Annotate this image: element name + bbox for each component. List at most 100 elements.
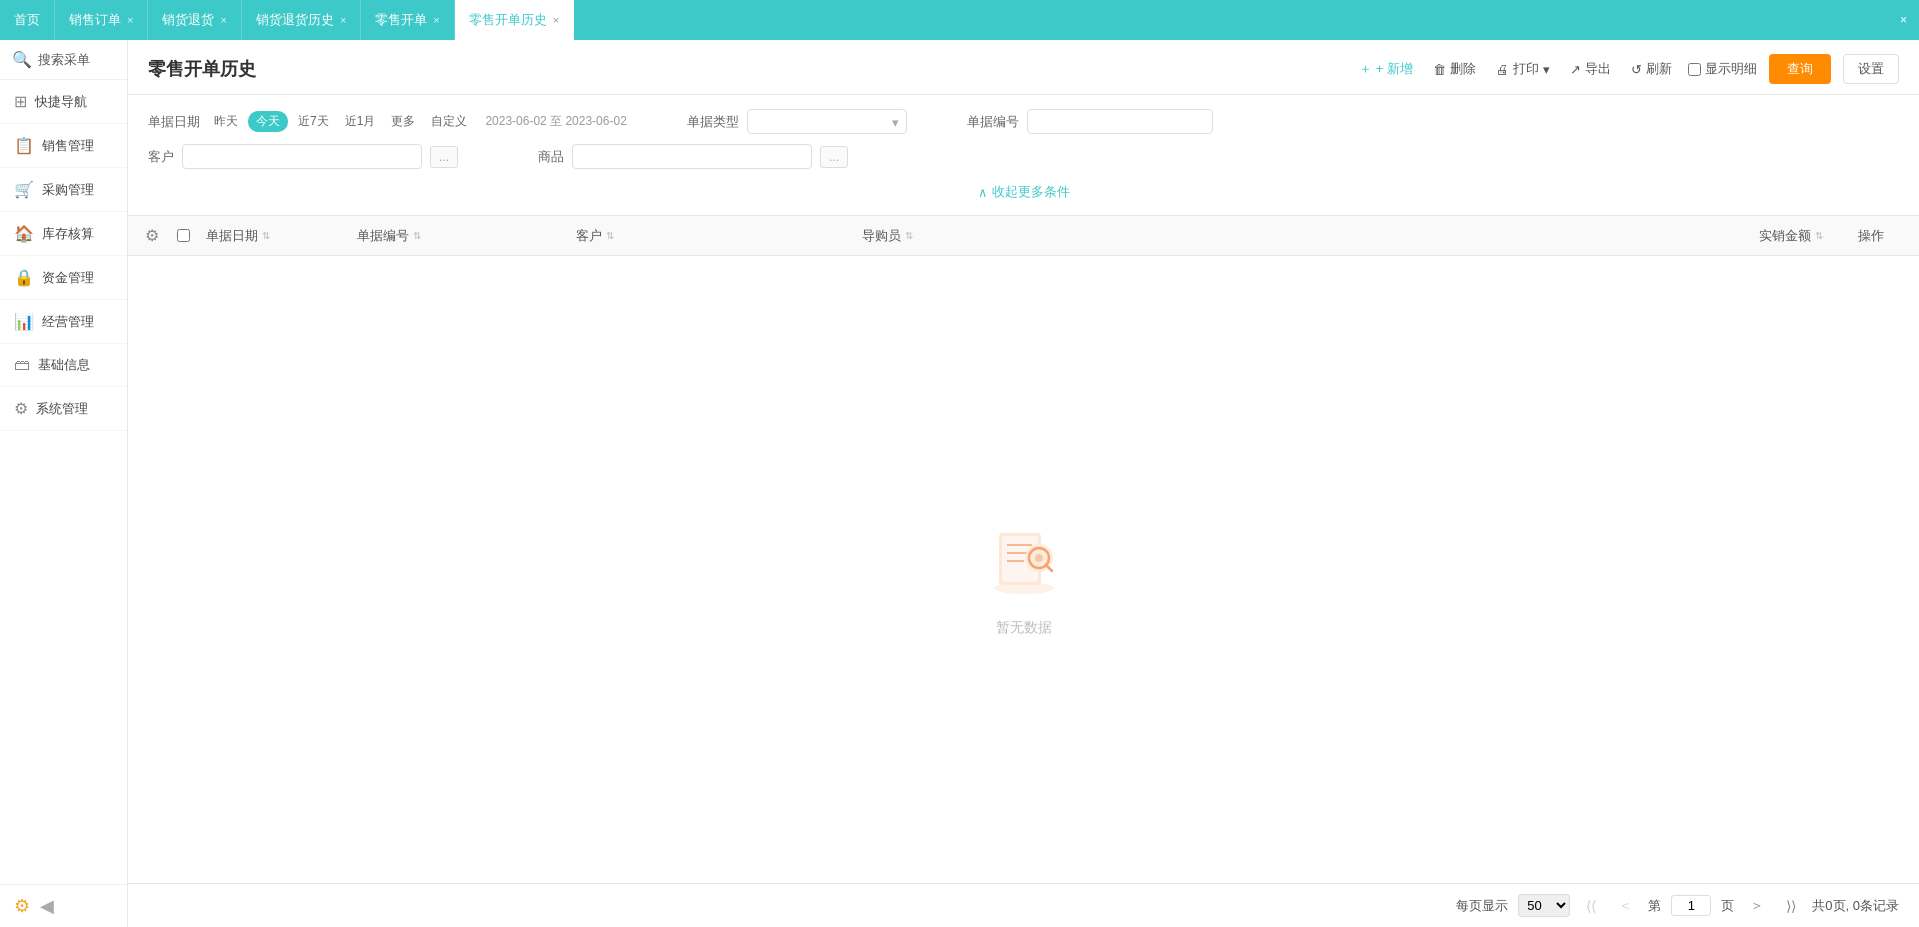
order-no-input[interactable]: [1027, 109, 1213, 134]
nav-tab-close-sales-order[interactable]: ×: [127, 14, 133, 26]
nav-tab-sales-return-history[interactable]: 销货退货历史 ×: [242, 0, 361, 40]
print-icon: 🖨: [1496, 62, 1509, 77]
settings-btn[interactable]: 设置: [1843, 54, 1899, 84]
sidebar-icon-inventory: 🏠: [14, 224, 34, 243]
sidebar-icon-operation: 📊: [14, 312, 34, 331]
nav-tab-home[interactable]: 首页: [0, 0, 55, 40]
nav-tab-sales-return[interactable]: 销货退货×: [148, 0, 241, 40]
date-filter: 单据日期 昨天 今天 近7天 近1月 更多 自定义 2023-06-02 至 2…: [148, 111, 627, 132]
nav-tab-label-sales-order: 销售订单: [69, 11, 121, 29]
date-label: 单据日期: [148, 113, 200, 131]
th-order-no[interactable]: 单据编号 ⇅: [349, 227, 568, 245]
sidebar-item-finance[interactable]: 🔒资金管理: [0, 256, 127, 300]
print-btn[interactable]: 🖨 打印 ▾: [1492, 58, 1554, 80]
prev-page-btn[interactable]: ＜: [1612, 895, 1638, 917]
select-all-checkbox[interactable]: [177, 229, 190, 242]
sidebar-collapse-icon[interactable]: ◀: [40, 895, 54, 917]
th-guide[interactable]: 导购员 ⇅: [854, 227, 1005, 245]
sidebar-settings-icon[interactable]: ⚙: [14, 895, 30, 917]
content-area: 零售开单历史 ＋ + 新增 🗑 删除 🖨 打印 ▾ ↗ 导出: [128, 40, 1919, 927]
th-customer[interactable]: 客户 ⇅: [568, 227, 854, 245]
nav-tab-close-retail-open[interactable]: ×: [433, 14, 439, 26]
last-page-btn[interactable]: ⟩⟩: [1780, 896, 1802, 916]
th-date[interactable]: 单据日期 ⇅: [198, 227, 349, 245]
product-input[interactable]: [572, 144, 812, 169]
delete-btn[interactable]: 🗑 删除: [1429, 58, 1480, 80]
sidebar-label-quick-nav: 快捷导航: [35, 93, 87, 111]
filter-row-1: 单据日期 昨天 今天 近7天 近1月 更多 自定义 2023-06-02 至 2…: [148, 109, 1899, 134]
date-btn-7days[interactable]: 近7天: [292, 111, 335, 132]
sidebar: 🔍 搜索采单 ⊞ 快捷导航 📋销售管理 🛒 采购管理 🏠库存核算🔒资金管理 📊 经营管理 🗃基础…: [0, 40, 128, 927]
sidebar-search[interactable]: 🔍 搜索采单: [0, 40, 127, 80]
date-btn-today[interactable]: 今天: [248, 111, 288, 132]
th-customer-label: 客户: [576, 227, 602, 245]
table-header: ⚙ 单据日期 ⇅ 单据编号 ⇅ 客户 ⇅ 导购员 ⇅: [128, 216, 1919, 256]
product-ellipsis-btn[interactable]: ...: [820, 146, 848, 168]
sidebar-item-sales-mgmt[interactable]: 📋销售管理: [0, 124, 127, 168]
th-guide-label: 导购员: [862, 227, 901, 245]
per-page-label: 每页显示: [1456, 897, 1508, 915]
nav-tab-sales-order[interactable]: 销售订单 ×: [55, 0, 148, 40]
sidebar-label-sales-mgmt: 销售管理: [42, 137, 94, 155]
collapse-more-btn[interactable]: ∧ 收起更多条件: [978, 179, 1070, 205]
nav-tab-close-sales-return-history[interactable]: ×: [340, 14, 346, 26]
sidebar-icon-quick-nav: ⊞: [14, 92, 27, 111]
filter-area: 单据日期 昨天 今天 近7天 近1月 更多 自定义 2023-06-02 至 2…: [128, 95, 1919, 216]
nav-tab-retail-open[interactable]: 零售开单 ×: [361, 0, 454, 40]
sidebar-icon-purchase-mgmt: 🛒: [14, 180, 34, 199]
refresh-icon: ↺: [1631, 62, 1642, 77]
query-btn[interactable]: 查询: [1769, 54, 1831, 84]
first-page-btn[interactable]: ⟨⟨: [1580, 896, 1602, 916]
export-btn[interactable]: ↗ 导出: [1566, 58, 1615, 80]
filter-row-2: 客户 ... 商品 ...: [148, 144, 1899, 169]
nav-tab-retail-open-history[interactable]: 零售开单历史×: [455, 0, 574, 40]
sidebar-icon-basic-info: 🗃: [14, 356, 30, 374]
th-amount[interactable]: 实销金额 ⇅: [1680, 227, 1831, 245]
customer-input[interactable]: [182, 144, 422, 169]
th-settings-icon[interactable]: ⚙: [136, 226, 168, 245]
page-header: 零售开单历史 ＋ + 新增 🗑 删除 🖨 打印 ▾ ↗ 导出: [128, 40, 1919, 95]
nav-tab-label-sales-return-history: 销货退货历史: [256, 11, 334, 29]
page-input[interactable]: [1671, 895, 1711, 916]
date-btn-more[interactable]: 更多: [385, 111, 421, 132]
date-btn-yesterday[interactable]: 昨天: [208, 111, 244, 132]
refresh-btn[interactable]: ↺ 刷新: [1627, 58, 1676, 80]
nav-tab-close-sales-return[interactable]: ×: [220, 14, 226, 26]
th-action: 操作: [1831, 227, 1911, 245]
total-label: 共0页, 0条记录: [1812, 897, 1899, 915]
sidebar-icon-system-mgmt: ⚙: [14, 399, 28, 418]
sidebar-label-purchase-mgmt: 采购管理: [42, 181, 94, 199]
order-type-select[interactable]: [747, 109, 907, 134]
nav-tab-label-home: 首页: [14, 11, 40, 29]
th-customer-sort-icon: ⇅: [606, 230, 614, 241]
th-checkbox[interactable]: [168, 229, 198, 242]
product-label: 商品: [538, 148, 564, 166]
sidebar-search-label: 搜索采单: [38, 51, 90, 69]
nav-tab-close-retail-open-history[interactable]: ×: [553, 14, 559, 26]
th-guide-sort-icon: ⇅: [905, 230, 913, 241]
sidebar-item-system-mgmt[interactable]: ⚙系统管理: [0, 387, 127, 431]
sidebar-item-purchase-mgmt[interactable]: 🛒 采购管理: [0, 168, 127, 212]
date-btn-custom[interactable]: 自定义: [425, 111, 473, 132]
per-page-select[interactable]: 50 10 20 100: [1518, 894, 1570, 917]
nav-tab-label-retail-open: 零售开单: [375, 11, 427, 29]
add-btn[interactable]: ＋ + 新增: [1355, 58, 1417, 80]
display-detail-check[interactable]: 显示明细: [1688, 60, 1757, 78]
page-title: 零售开单历史: [148, 57, 256, 81]
date-quick-btns: 昨天 今天 近7天 近1月 更多 自定义: [208, 111, 473, 132]
top-nav: 首页销售订单×销货退货×销货退货历史×零售开单×零售开单历史× ×: [0, 0, 1919, 40]
pagination: 每页显示 50 10 20 100 ⟨⟨ ＜ 第 页 ＞ ⟩⟩ 共0页, 0条记…: [128, 883, 1919, 927]
date-btn-1month[interactable]: 近1月: [339, 111, 382, 132]
empty-state: 暂无数据: [128, 256, 1919, 883]
th-order-no-sort-icon: ⇅: [413, 230, 421, 241]
next-page-btn[interactable]: ＞: [1744, 895, 1770, 917]
sidebar-item-operation[interactable]: 📊 经营管理: [0, 300, 127, 344]
display-detail-checkbox[interactable]: [1688, 63, 1701, 76]
close-window-btn[interactable]: ×: [1900, 13, 1907, 27]
sidebar-label-operation: 经营管理: [42, 313, 94, 331]
search-icon: 🔍: [12, 50, 32, 69]
sidebar-item-quick-nav[interactable]: ⊞ 快捷导航: [0, 80, 127, 124]
customer-ellipsis-btn[interactable]: ...: [430, 146, 458, 168]
sidebar-item-basic-info[interactable]: 🗃基础信息: [0, 344, 127, 387]
sidebar-item-inventory[interactable]: 🏠库存核算: [0, 212, 127, 256]
